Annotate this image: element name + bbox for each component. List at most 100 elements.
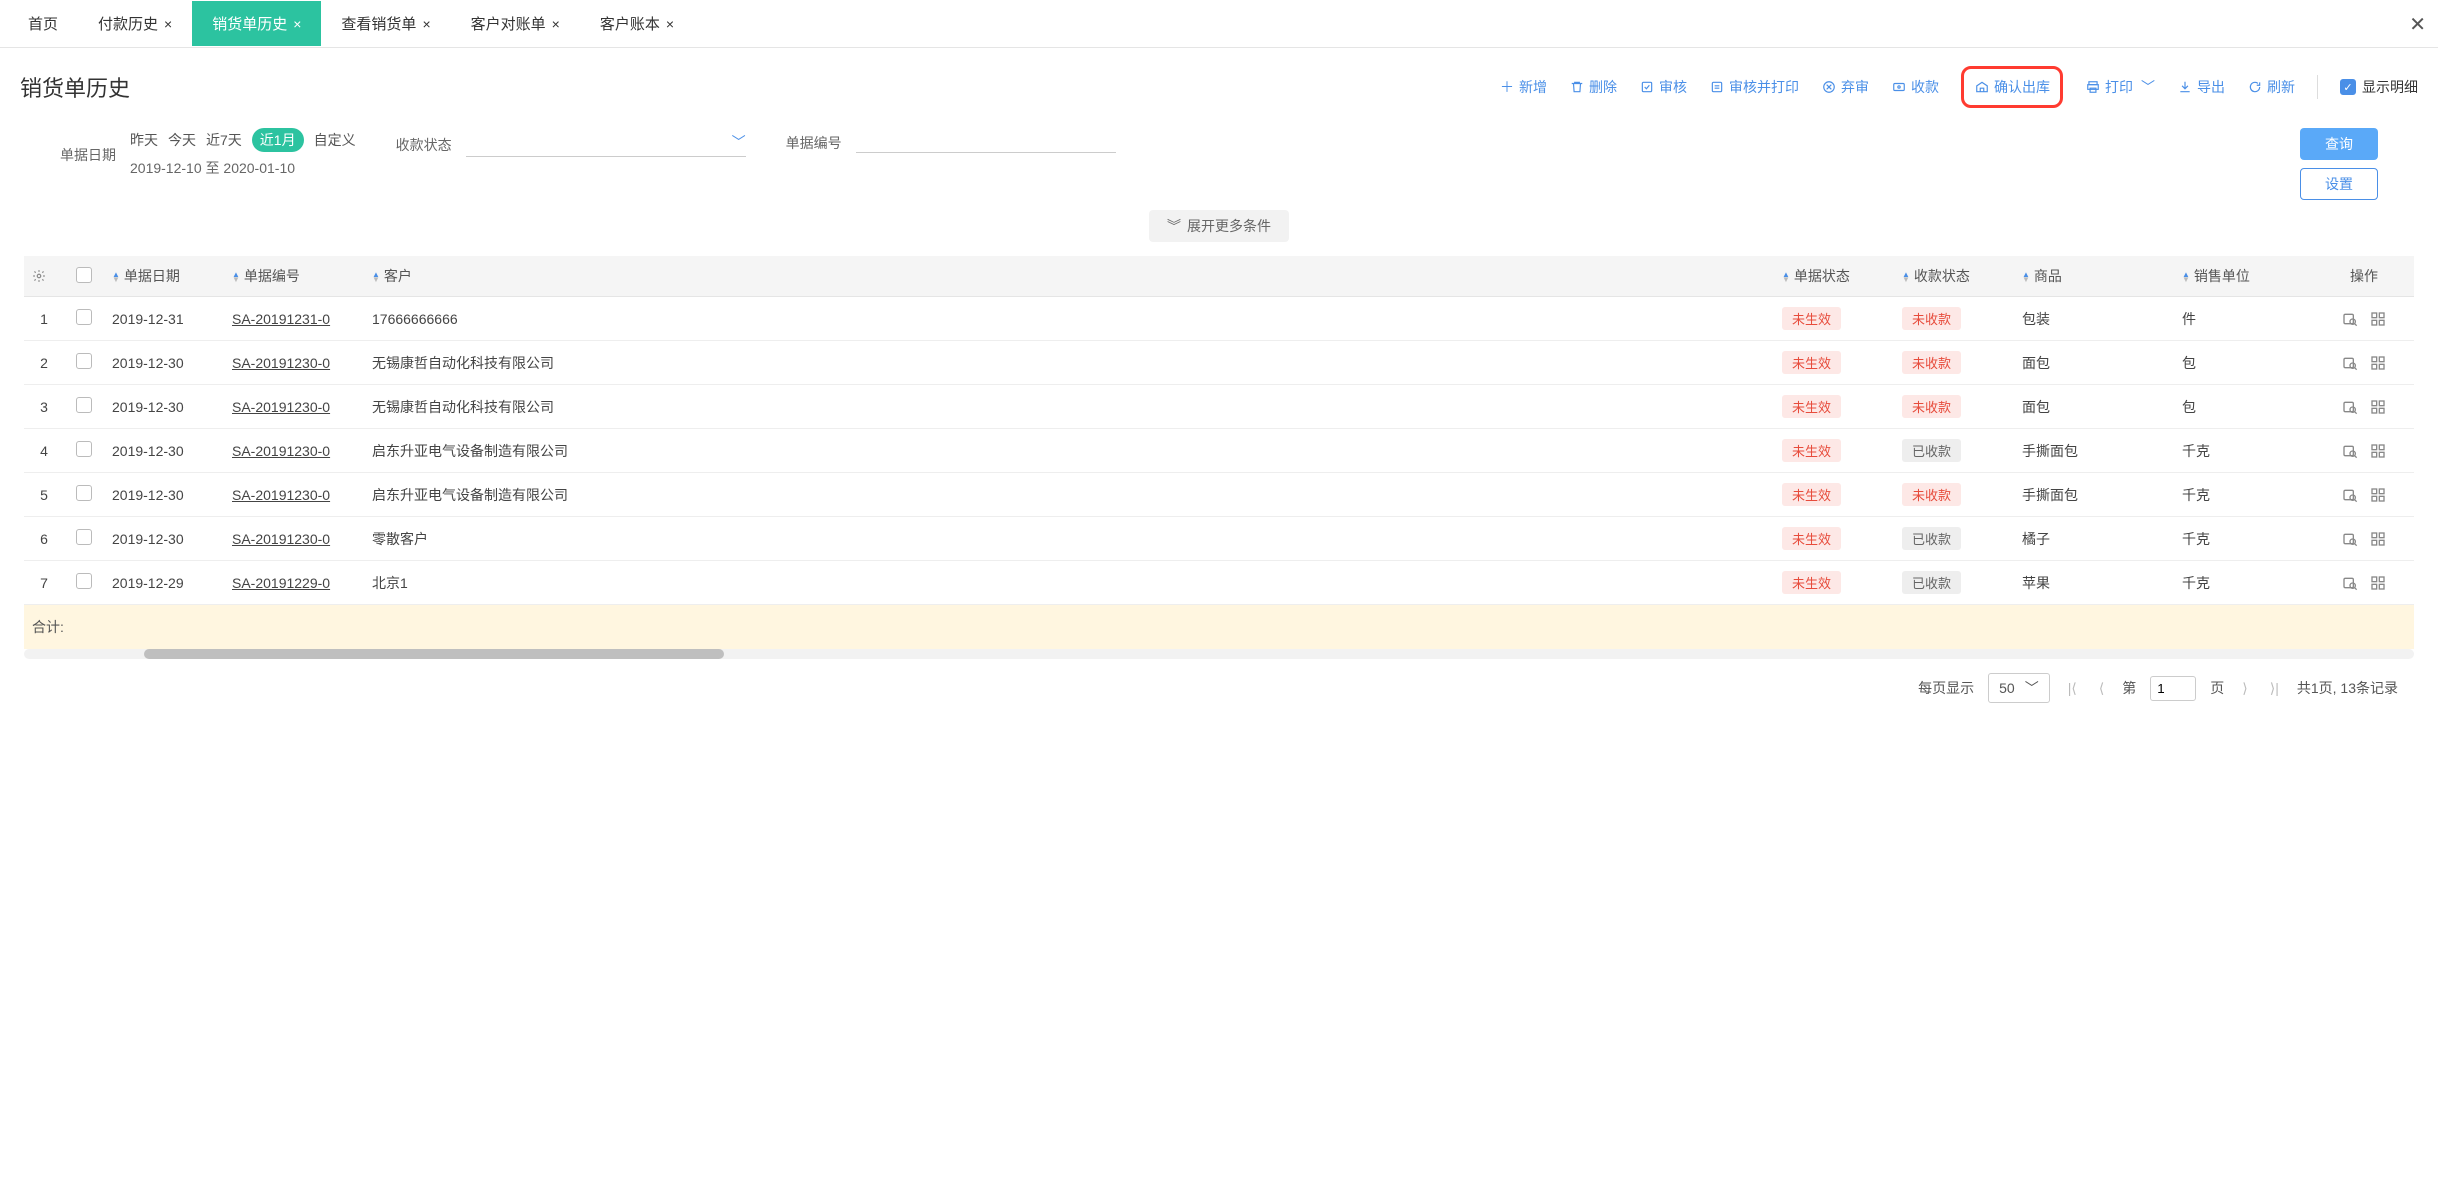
row-checkbox[interactable] bbox=[64, 341, 104, 385]
page-input[interactable] bbox=[2150, 676, 2196, 701]
query-button[interactable]: 查询 bbox=[2300, 128, 2378, 160]
prev-page-button[interactable]: ⟨ bbox=[2095, 680, 2108, 697]
row-docstatus: 未生效 bbox=[1774, 341, 1894, 385]
row-checkbox[interactable] bbox=[64, 473, 104, 517]
unaudit-button[interactable]: 弃审 bbox=[1821, 77, 1869, 97]
row-docno[interactable]: SA-20191229-0 bbox=[224, 561, 364, 605]
date-yesterday[interactable]: 昨天 bbox=[130, 130, 158, 150]
col-unit[interactable]: ▲▼销售单位 bbox=[2174, 256, 2314, 297]
tab-customer-ledger[interactable]: 客户账本× bbox=[580, 1, 694, 46]
row-index: 7 bbox=[24, 561, 64, 605]
more-icon[interactable] bbox=[2370, 399, 2386, 415]
row-customer: 启东升亚电气设备制造有限公司 bbox=[364, 473, 1774, 517]
row-docno[interactable]: SA-20191230-0 bbox=[224, 473, 364, 517]
expand-conditions-button[interactable]: ︾展开更多条件 bbox=[1149, 210, 1289, 242]
row-product: 橘子 bbox=[2014, 517, 2174, 561]
row-checkbox[interactable] bbox=[64, 297, 104, 341]
show-detail-toggle[interactable]: ✓显示明细 bbox=[2340, 77, 2418, 97]
confirm-out-button[interactable]: 确认出库 bbox=[1974, 77, 2050, 97]
export-button[interactable]: 导出 bbox=[2177, 77, 2225, 97]
row-docstatus: 未生效 bbox=[1774, 517, 1894, 561]
row-index: 4 bbox=[24, 429, 64, 473]
tab-home[interactable]: 首页 bbox=[8, 1, 78, 46]
per-page-select[interactable]: 50﹀ bbox=[1988, 673, 2050, 703]
receipt-button[interactable]: 收款 bbox=[1891, 77, 1939, 97]
settings-button[interactable]: 设置 bbox=[2300, 168, 2378, 200]
row-customer: 北京1 bbox=[364, 561, 1774, 605]
col-settings[interactable] bbox=[24, 256, 64, 297]
view-icon[interactable] bbox=[2342, 487, 2358, 503]
row-docno[interactable]: SA-20191230-0 bbox=[224, 341, 364, 385]
printer-icon bbox=[2085, 79, 2101, 95]
first-page-button[interactable]: |⟨ bbox=[2064, 680, 2081, 697]
tab-payment-history[interactable]: 付款历史× bbox=[78, 1, 192, 46]
close-all-icon[interactable]: ✕ bbox=[2409, 12, 2426, 37]
row-date: 2019-12-30 bbox=[104, 385, 224, 429]
more-icon[interactable] bbox=[2370, 443, 2386, 459]
row-index: 1 bbox=[24, 297, 64, 341]
close-icon[interactable]: × bbox=[422, 16, 430, 32]
add-button[interactable]: ＋新增 bbox=[1499, 77, 1547, 97]
row-actions bbox=[2314, 385, 2414, 429]
view-icon[interactable] bbox=[2342, 399, 2358, 415]
view-icon[interactable] bbox=[2342, 443, 2358, 459]
view-icon[interactable] bbox=[2342, 311, 2358, 327]
row-docno[interactable]: SA-20191230-0 bbox=[224, 429, 364, 473]
refresh-button[interactable]: 刷新 bbox=[2247, 77, 2295, 97]
next-page-button[interactable]: ⟩ bbox=[2238, 680, 2251, 697]
delete-button[interactable]: 删除 bbox=[1569, 77, 1617, 97]
date-custom[interactable]: 自定义 bbox=[314, 130, 356, 150]
date-last-month[interactable]: 近1月 bbox=[252, 128, 304, 152]
table-row: 52019-12-30SA-20191230-0启东升亚电气设备制造有限公司未生… bbox=[24, 473, 2414, 517]
table-row: 42019-12-30SA-20191230-0启东升亚电气设备制造有限公司未生… bbox=[24, 429, 2414, 473]
row-actions bbox=[2314, 561, 2414, 605]
row-paystatus: 已收款 bbox=[1894, 429, 2014, 473]
row-checkbox[interactable] bbox=[64, 561, 104, 605]
col-product[interactable]: ▲▼商品 bbox=[2014, 256, 2174, 297]
tab-view-sales[interactable]: 查看销货单× bbox=[321, 1, 450, 46]
col-date[interactable]: ▲▼单据日期 bbox=[104, 256, 224, 297]
row-actions bbox=[2314, 473, 2414, 517]
audit-button[interactable]: 审核 bbox=[1639, 77, 1687, 97]
view-icon[interactable] bbox=[2342, 531, 2358, 547]
tab-sales-history[interactable]: 销货单历史× bbox=[192, 1, 321, 46]
sort-icon: ▲▼ bbox=[2182, 272, 2190, 282]
row-docno[interactable]: SA-20191230-0 bbox=[224, 517, 364, 561]
row-date: 2019-12-30 bbox=[104, 341, 224, 385]
audit-print-button[interactable]: 审核并打印 bbox=[1709, 77, 1799, 97]
more-icon[interactable] bbox=[2370, 575, 2386, 591]
date-last7[interactable]: 近7天 bbox=[206, 130, 242, 150]
row-index: 6 bbox=[24, 517, 64, 561]
date-today[interactable]: 今天 bbox=[168, 130, 196, 150]
more-icon[interactable] bbox=[2370, 311, 2386, 327]
data-table: ▲▼单据日期 ▲▼单据编号 ▲▼客户 ▲▼单据状态 ▲▼收款状态 ▲▼商品 ▲▼… bbox=[24, 256, 2414, 649]
col-checkbox[interactable] bbox=[64, 256, 104, 297]
col-docstatus[interactable]: ▲▼单据状态 bbox=[1774, 256, 1894, 297]
more-icon[interactable] bbox=[2370, 531, 2386, 547]
col-docno[interactable]: ▲▼单据编号 bbox=[224, 256, 364, 297]
row-docno[interactable]: SA-20191230-0 bbox=[224, 385, 364, 429]
row-index: 3 bbox=[24, 385, 64, 429]
more-icon[interactable] bbox=[2370, 487, 2386, 503]
horizontal-scrollbar[interactable] bbox=[24, 649, 2414, 659]
row-docno[interactable]: SA-20191231-0 bbox=[224, 297, 364, 341]
export-icon bbox=[2177, 79, 2193, 95]
close-icon[interactable]: × bbox=[666, 16, 674, 32]
row-checkbox[interactable] bbox=[64, 517, 104, 561]
last-page-button[interactable]: ⟩| bbox=[2266, 680, 2283, 697]
more-icon[interactable] bbox=[2370, 355, 2386, 371]
doc-no-input[interactable] bbox=[856, 128, 1116, 153]
view-icon[interactable] bbox=[2342, 355, 2358, 371]
col-paystatus[interactable]: ▲▼收款状态 bbox=[1894, 256, 2014, 297]
close-icon[interactable]: × bbox=[164, 16, 172, 32]
col-customer[interactable]: ▲▼客户 bbox=[364, 256, 1774, 297]
close-icon[interactable]: × bbox=[293, 16, 301, 32]
tab-customer-statement[interactable]: 客户对账单× bbox=[451, 1, 580, 46]
row-checkbox[interactable] bbox=[64, 385, 104, 429]
view-icon[interactable] bbox=[2342, 575, 2358, 591]
row-checkbox[interactable] bbox=[64, 429, 104, 473]
pay-status-select[interactable]: ﹀ bbox=[466, 128, 746, 157]
scrollbar-thumb[interactable] bbox=[144, 649, 724, 659]
print-button[interactable]: 打印﹀ bbox=[2085, 77, 2155, 97]
close-icon[interactable]: × bbox=[552, 16, 560, 32]
